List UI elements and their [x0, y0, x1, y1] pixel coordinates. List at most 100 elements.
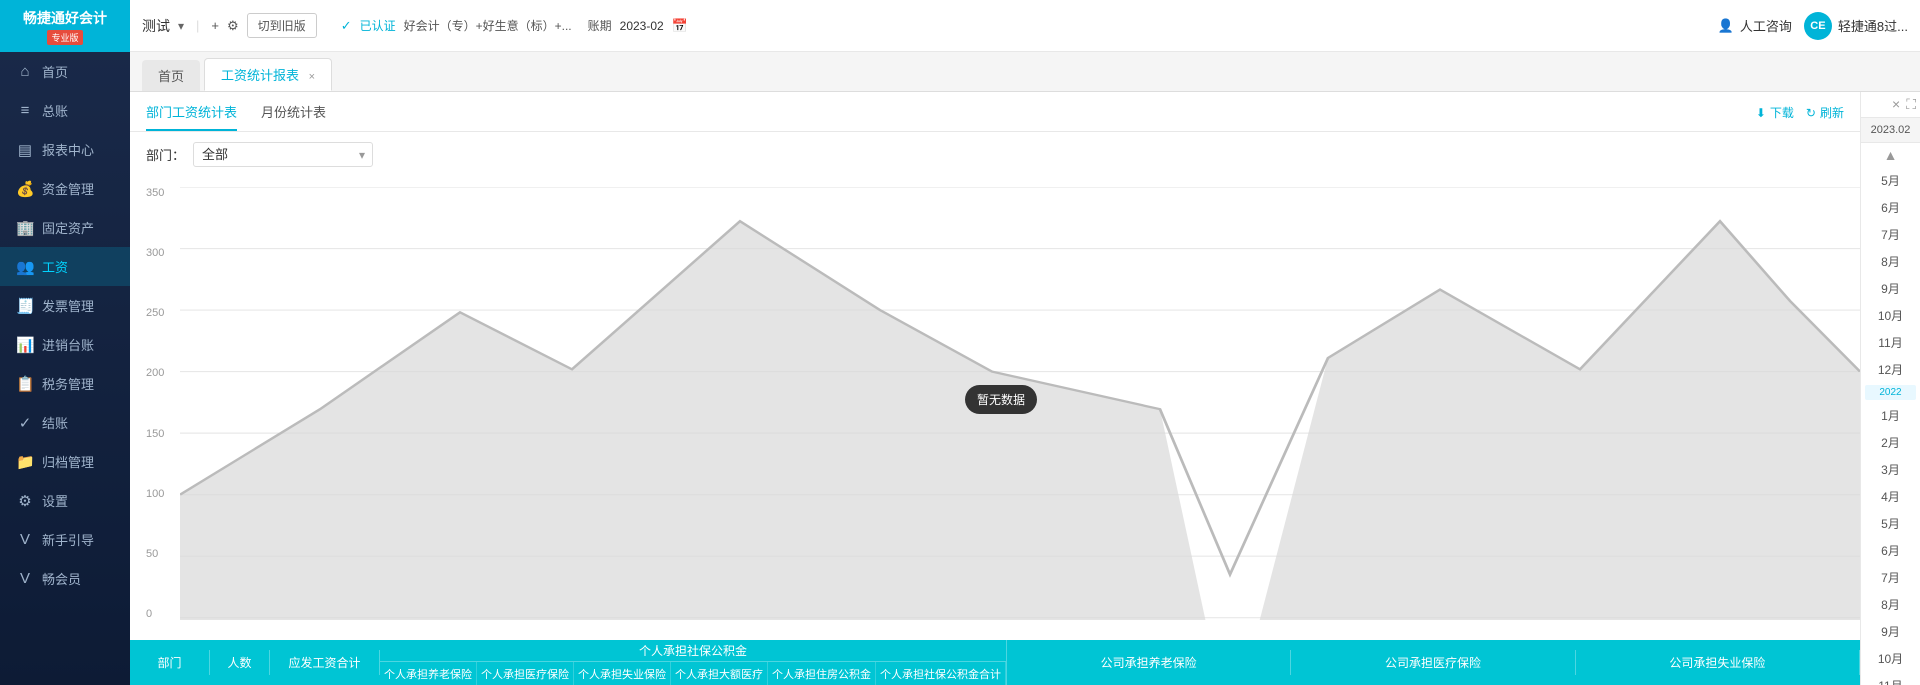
- subtabs-actions: ⬇ 下载 ↻ 刷新: [1756, 104, 1844, 129]
- sidebar-label-settings: 设置: [42, 491, 68, 510]
- col-personal-major-medical: 个人承担大额医疗: [671, 662, 768, 685]
- subtab-monthly-salary[interactable]: 月份统计表: [261, 102, 326, 131]
- tab-salary-close[interactable]: ×: [309, 71, 315, 83]
- dept-select-wrap: 全部 财务部 行政部 技术部 销售部: [193, 142, 373, 167]
- month-2022-4[interactable]: 4月: [1861, 483, 1920, 510]
- sidebar-icon-new-guide: V: [16, 531, 34, 548]
- sidebar-label-invoice-mgmt: 发票管理: [42, 296, 94, 315]
- help-btn[interactable]: 👤 人工咨询: [1718, 16, 1792, 35]
- sidebar-label-salary: 工资: [42, 257, 68, 276]
- month-2021-8[interactable]: 8月: [1861, 248, 1920, 275]
- month-2021-11[interactable]: 11月: [1861, 329, 1920, 356]
- panel-controls: × ⛶: [1861, 92, 1920, 118]
- month-2022-5[interactable]: 5月: [1861, 510, 1920, 537]
- tab-home[interactable]: 首页: [142, 60, 200, 91]
- col-group-personal-social-cells: 个人承担养老保险 个人承担医疗保险 个人承担失业保险 个人承担大额医疗 个人承担…: [380, 662, 1006, 685]
- settings-btn[interactable]: ⚙: [227, 18, 239, 34]
- month-2022-3[interactable]: 3月: [1861, 456, 1920, 483]
- dept-select[interactable]: 全部 财务部 行政部 技术部 销售部: [193, 142, 373, 167]
- user-menu[interactable]: CE 轻捷通8过...: [1804, 12, 1908, 40]
- month-2021-7[interactable]: 7月: [1861, 221, 1920, 248]
- month-2022-8[interactable]: 8月: [1861, 591, 1920, 618]
- col-company-unemployment: 公司承担失业保险: [1576, 650, 1860, 675]
- sidebar-label-new-guide: 新手引导: [42, 530, 94, 549]
- sidebar-icon-home: ⌂: [16, 63, 34, 80]
- period-value: 2023-02: [620, 19, 664, 33]
- sidebar-label-general-ledger: 总账: [42, 101, 68, 120]
- sidebar-item-invoice-mgmt[interactable]: 🧾发票管理: [0, 286, 130, 325]
- sidebar-icon-settings: ⚙: [16, 492, 34, 510]
- sidebar-item-archive-mgmt[interactable]: 📁归档管理: [0, 442, 130, 481]
- main-area: 测试 ▾ | + ⚙ 切到旧版 ✓ 已认证 好会计（专）+好生意（标）+... …: [130, 0, 1920, 685]
- tab-salary-label: 工资统计报表: [221, 68, 299, 83]
- company-dropdown[interactable]: ▾: [178, 19, 184, 33]
- tab-home-label: 首页: [158, 69, 184, 84]
- topbar: 测试 ▾ | + ⚙ 切到旧版 ✓ 已认证 好会计（专）+好生意（标）+... …: [130, 0, 1920, 52]
- col-total-salary: 应发工资合计: [270, 650, 380, 675]
- topbar-sep1: |: [196, 18, 199, 33]
- sidebar-label-report-center: 报表中心: [42, 140, 94, 159]
- y-label-0: 0: [146, 608, 181, 620]
- sidebar-item-new-guide[interactable]: V 新手引导: [0, 520, 130, 559]
- period-label: 账期: [588, 17, 612, 34]
- download-btn[interactable]: ⬇ 下载: [1756, 104, 1794, 121]
- sidebar-label-membership: 畅会员: [42, 569, 81, 588]
- date-scroll[interactable]: ▲ 5月 6月 7月 8月 9月 10月 11月 12月 2022 1月 2月 …: [1861, 143, 1920, 685]
- month-2022-11[interactable]: 11月: [1861, 672, 1920, 685]
- sidebar-item-home[interactable]: ⌂首页: [0, 52, 130, 91]
- month-2021-12[interactable]: 12月: [1861, 356, 1920, 383]
- add-btn[interactable]: +: [211, 18, 219, 33]
- sidebar-icon-sales-ledger: 📊: [16, 336, 34, 354]
- filter-bar: 部门： 全部 财务部 行政部 技术部 销售部: [130, 132, 1860, 177]
- col-dept: 部门: [130, 650, 210, 675]
- subtab-dept-salary[interactable]: 部门工资统计表: [146, 102, 237, 131]
- col-personal-housing-fund: 个人承担住房公积金: [768, 662, 876, 685]
- company-name: 测试: [142, 16, 170, 36]
- sidebar-item-settings[interactable]: ⚙ 设置: [0, 481, 130, 520]
- month-2021-9[interactable]: 9月: [1861, 275, 1920, 302]
- month-2022-2[interactable]: 2月: [1861, 429, 1920, 456]
- switch-old-btn[interactable]: 切到旧版: [247, 13, 317, 38]
- month-2021-5[interactable]: 5月: [1861, 167, 1920, 194]
- sidebar-icon-report-center: ▤: [16, 141, 34, 159]
- month-2022-6[interactable]: 6月: [1861, 537, 1920, 564]
- date-nav-up[interactable]: ▲: [1861, 143, 1920, 167]
- table-header: 部门 人数 应发工资合计 个人承担社保公积金 个人承担养老保险 个人承担医疗保险…: [130, 640, 1860, 685]
- col-personal-unemployment: 个人承担失业保险: [574, 662, 671, 685]
- sidebar-label-fund-mgmt: 资金管理: [42, 179, 94, 198]
- y-label-100: 100: [146, 488, 181, 500]
- tab-salary-report[interactable]: 工资统计报表 ×: [204, 58, 332, 91]
- sidebar-icon-tax-mgmt: 📋: [16, 375, 34, 393]
- col-group-personal-social: 个人承担社保公积金 个人承担养老保险 个人承担医疗保险 个人承担失业保险 个人承…: [380, 640, 1007, 685]
- y-label-150: 150: [146, 428, 181, 440]
- month-2022-9[interactable]: 9月: [1861, 618, 1920, 645]
- sidebar-item-membership[interactable]: V畅会员: [0, 559, 130, 598]
- sidebar-item-report-center[interactable]: ▤ 报表中心: [0, 130, 130, 169]
- chart-svg: [180, 187, 1860, 620]
- month-2021-6[interactable]: 6月: [1861, 194, 1920, 221]
- certified-icon: ✓: [341, 18, 352, 34]
- sidebar-item-settlement[interactable]: ✓结账: [0, 403, 130, 442]
- panel-close-btn[interactable]: ×: [1892, 96, 1900, 113]
- calendar-icon[interactable]: 📅: [672, 18, 688, 34]
- sidebar-icon-settlement: ✓: [16, 414, 34, 432]
- right-panel: × ⛶ 2023.02 ▲ 5月 6月 7月 8月 9月 10月 11月 12月…: [1860, 92, 1920, 685]
- sidebar-label-fixed-assets: 固定资产: [42, 218, 94, 237]
- sidebar-item-sales-ledger[interactable]: 📊进销台账: [0, 325, 130, 364]
- sidebar-item-salary[interactable]: 👥工资: [0, 247, 130, 286]
- sidebar-label-tax-mgmt: 税务管理: [42, 374, 94, 393]
- month-2022-10[interactable]: 10月: [1861, 645, 1920, 672]
- user-name: 轻捷通8过...: [1838, 16, 1908, 35]
- month-2022-7[interactable]: 7月: [1861, 564, 1920, 591]
- refresh-btn[interactable]: ↻ 刷新: [1806, 104, 1844, 121]
- month-2021-10[interactable]: 10月: [1861, 302, 1920, 329]
- sidebar-item-general-ledger[interactable]: ≡总账: [0, 91, 130, 130]
- panel-expand-btn[interactable]: ⛶: [1906, 96, 1916, 113]
- help-label: 人工咨询: [1740, 16, 1792, 35]
- sidebar-item-fund-mgmt[interactable]: 💰资金管理: [0, 169, 130, 208]
- sidebar-item-fixed-assets[interactable]: 🏢固定资产: [0, 208, 130, 247]
- sidebar-item-tax-mgmt[interactable]: 📋 税务管理: [0, 364, 130, 403]
- year-tag-2022[interactable]: 2022: [1865, 385, 1916, 400]
- month-2022-1[interactable]: 1月: [1861, 402, 1920, 429]
- y-axis: 350 300 250 200 150 100 50 0: [146, 187, 181, 620]
